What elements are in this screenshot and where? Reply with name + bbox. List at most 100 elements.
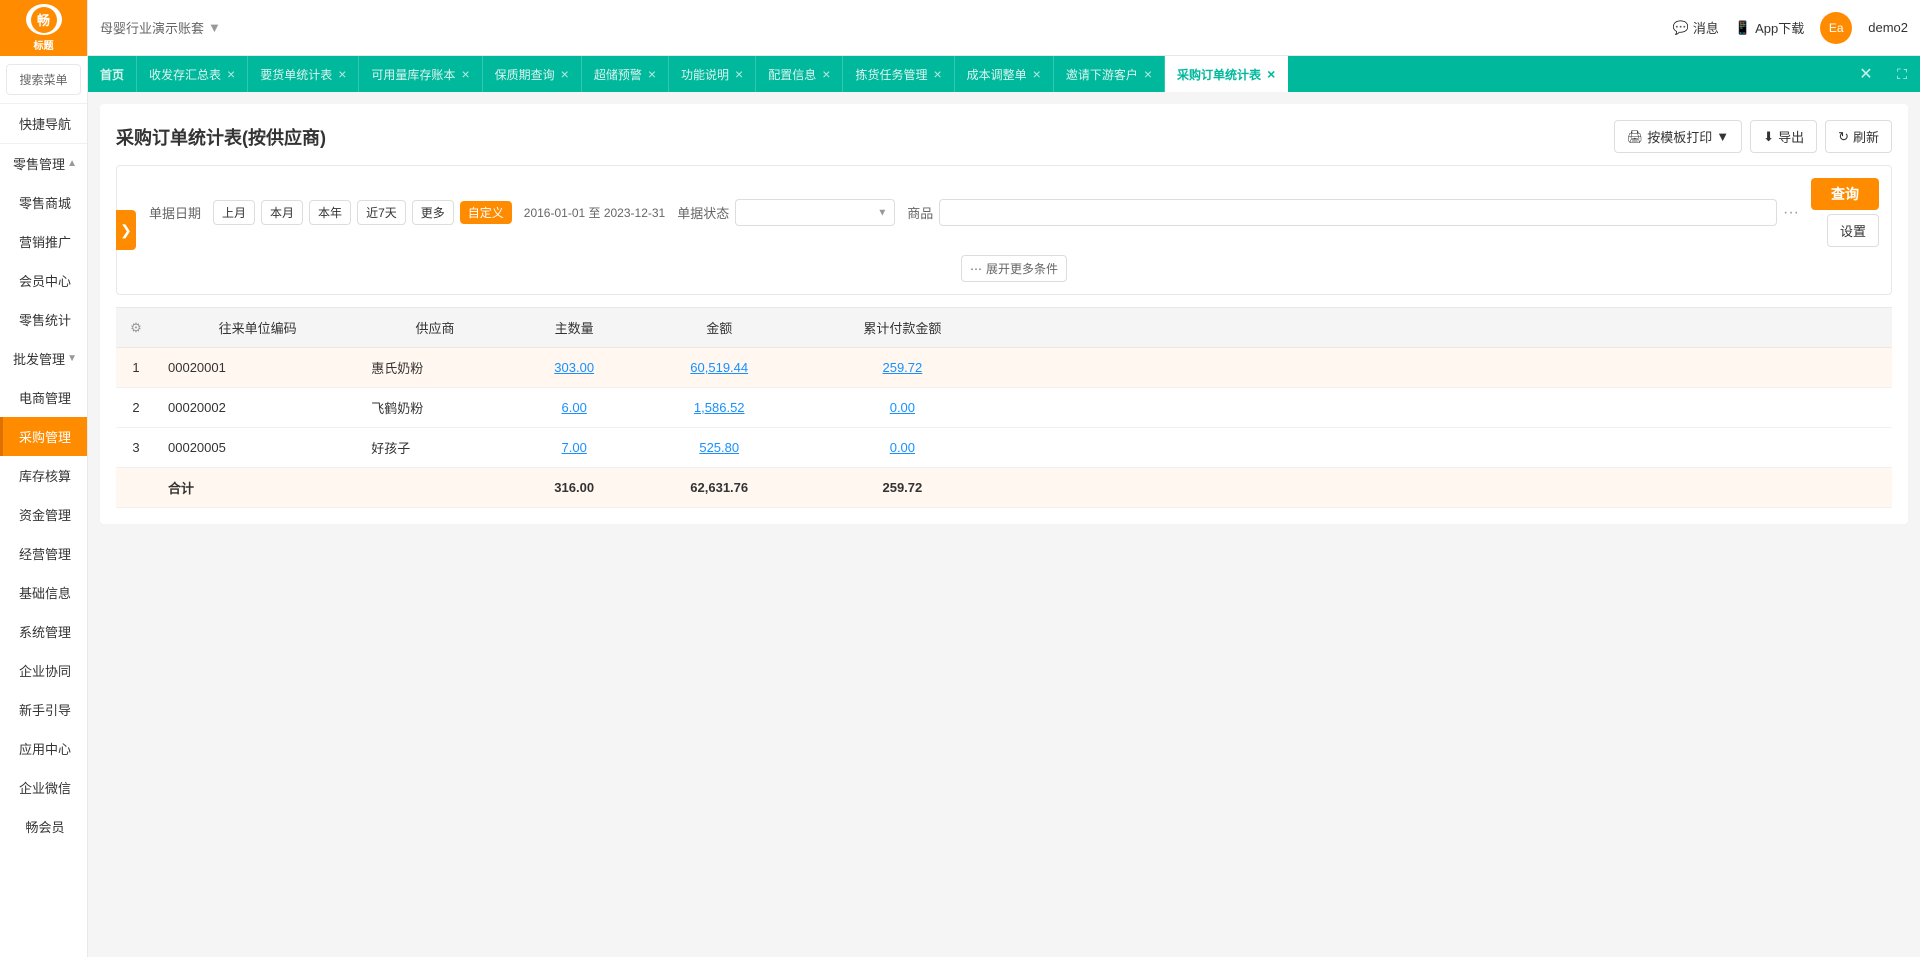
row-code: 00020001 [156,348,359,388]
column-settings-icon[interactable]: ⚙ [130,320,142,335]
tab-purchase-order-stats-close[interactable]: × [1267,67,1275,81]
sidebar-item-member[interactable]: 会员中心 [0,261,87,300]
sidebar-search-section: 搜索菜单 [0,56,87,104]
tabbar-end: ✕ ⛶ [1848,56,1920,92]
tab-expiry-close[interactable]: × [561,67,569,81]
sidebar-item-inventory[interactable]: 库存核算 [0,456,87,495]
sidebar-item-retail-mgmt[interactable]: 零售管理 ▲ [0,144,87,183]
message-button[interactable]: 💬 消息 [1673,18,1719,37]
tab-overstock-close[interactable]: × [648,67,656,81]
search-menu-button[interactable]: 搜索菜单 [6,64,81,95]
topbar: 母婴行业演示账套 ▼ 💬 消息 📱 App下载 Ea demo2 [88,0,1920,56]
tab-expiry-label: 保质期查询 [495,66,555,83]
date-this-year-btn[interactable]: 本年 [309,200,351,225]
sidebar-item-guide[interactable]: 新手引导 [0,690,87,729]
tab-stock-summary-close[interactable]: × [227,67,235,81]
sidebar-item-basic[interactable]: 基础信息 [0,573,87,612]
tabbar-close-all-button[interactable]: ✕ [1848,56,1884,92]
sidebar-item-enterprise-wechat[interactable]: 企业微信 [0,768,87,807]
tab-function-desc-close[interactable]: × [735,67,743,81]
guide-label: 新手引导 [19,700,71,719]
footer-label: 合计 [156,468,359,508]
goods-more-icon[interactable]: ··· [1783,204,1799,222]
tab-order-stats-close[interactable]: × [338,67,346,81]
refresh-button[interactable]: ↻ 刷新 [1825,120,1892,153]
query-button[interactable]: 查询 [1811,178,1879,210]
sidebar-item-system[interactable]: 系统管理 [0,612,87,651]
tab-invite-downstream[interactable]: 邀请下游客户 × [1054,56,1165,92]
app-icon: 📱 [1735,20,1751,36]
tabbar-fullscreen-button[interactable]: ⛶ [1884,56,1920,92]
th-code: 往来单位编码 [156,308,359,348]
row-amount[interactable]: 525.80 [638,428,801,468]
settings-button[interactable]: 设置 [1827,214,1879,247]
sidebar-item-finance[interactable]: 资金管理 [0,495,87,534]
row-paid[interactable]: 259.72 [801,348,1004,388]
row-code: 00020005 [156,428,359,468]
tab-expiry[interactable]: 保质期查询 × [483,56,582,92]
tab-config-close[interactable]: × [822,67,830,81]
date-last-month-btn[interactable]: 上月 [213,200,255,225]
tab-stock-summary[interactable]: 收发存汇总表 × [137,56,248,92]
enterprise-wechat-label: 企业微信 [19,778,71,797]
filter-row: 单据日期 上月 本月 本年 近7天 更多 自定义 2016-01-01 至 20… [129,178,1879,247]
tab-cost-adjust-close[interactable]: × [1033,67,1041,81]
goods-label: 商品 [907,203,933,222]
print-button[interactable]: 🖨 按模板打印 ▼ [1614,120,1742,153]
tab-available-stock[interactable]: 可用量库存账本 × [359,56,482,92]
filter-toggle-button[interactable]: ❯ [116,210,136,250]
breadcrumb-dropdown-icon[interactable]: ▼ [208,20,221,35]
row-qty[interactable]: 303.00 [511,348,638,388]
tab-invite-downstream-close[interactable]: × [1144,67,1152,81]
tab-order-stats[interactable]: 要货单统计表 × [248,56,359,92]
date-7days-btn[interactable]: 近7天 [357,200,406,225]
row-no: 3 [116,428,156,468]
th-qty: 主数量 [511,308,638,348]
tab-pick-task[interactable]: 拣货任务管理 × [843,56,954,92]
sidebar-item-retail-stats[interactable]: 零售统计 [0,300,87,339]
sidebar-item-member2[interactable]: 畅会员 [0,807,87,846]
row-qty[interactable]: 7.00 [511,428,638,468]
export-label: 导出 [1778,127,1804,146]
username-label[interactable]: demo2 [1868,20,1908,35]
row-paid[interactable]: 0.00 [801,428,1004,468]
tab-overstock-label: 超储预警 [594,66,642,83]
sidebar-item-operations[interactable]: 经营管理 [0,534,87,573]
sidebar-item-quick-nav[interactable]: 快捷导航 [0,104,87,143]
sidebar-nav: 零售管理 ▲ 零售商城 营销推广 会员中心 零售统计 批发管理 ▼ 电商管理 采… [0,143,87,846]
row-amount[interactable]: 60,519.44 [638,348,801,388]
goods-input[interactable] [939,199,1777,226]
row-supplier: 好孩子 [359,428,510,468]
tab-overstock[interactable]: 超储预警 × [582,56,669,92]
tab-cost-adjust[interactable]: 成本调整单 × [955,56,1054,92]
export-icon: ⬇ [1763,129,1774,145]
row-qty[interactable]: 6.00 [511,388,638,428]
export-button[interactable]: ⬇ 导出 [1750,120,1817,153]
date-more-btn[interactable]: 更多 [412,200,454,225]
refresh-label: 刷新 [1853,127,1879,146]
table-footer-row: 合计 316.00 62,631.76 259.72 [116,468,1892,508]
sidebar-item-retail-shop[interactable]: 零售商城 [0,183,87,222]
sidebar-item-app-center[interactable]: 应用中心 [0,729,87,768]
status-field: 单据状态 [677,199,895,226]
sidebar-item-marketing[interactable]: 营销推广 [0,222,87,261]
marketing-label: 营销推广 [19,232,71,251]
tab-purchase-order-stats[interactable]: 采购订单统计表 × [1165,56,1288,92]
date-this-month-btn[interactable]: 本月 [261,200,303,225]
retail-stats-label: 零售统计 [19,310,71,329]
tab-function-desc[interactable]: 功能说明 × [669,56,756,92]
expand-more-btn[interactable]: ⋯ 展开更多条件 [961,255,1067,282]
sidebar-item-purchase[interactable]: 采购管理 [0,417,87,456]
tab-available-stock-close[interactable]: × [461,67,469,81]
sidebar-item-wholesale[interactable]: 批发管理 ▼ [0,339,87,378]
inventory-label: 库存核算 [19,466,71,485]
tab-config[interactable]: 配置信息 × [756,56,843,92]
sidebar-item-ecommerce[interactable]: 电商管理 [0,378,87,417]
row-paid[interactable]: 0.00 [801,388,1004,428]
tab-pick-task-close[interactable]: × [933,67,941,81]
tab-home[interactable]: 首页 [88,56,137,92]
sidebar-item-enterprise[interactable]: 企业协同 [0,651,87,690]
row-amount[interactable]: 1,586.52 [638,388,801,428]
status-select[interactable] [735,199,895,226]
app-download-button[interactable]: 📱 App下载 [1735,18,1804,37]
